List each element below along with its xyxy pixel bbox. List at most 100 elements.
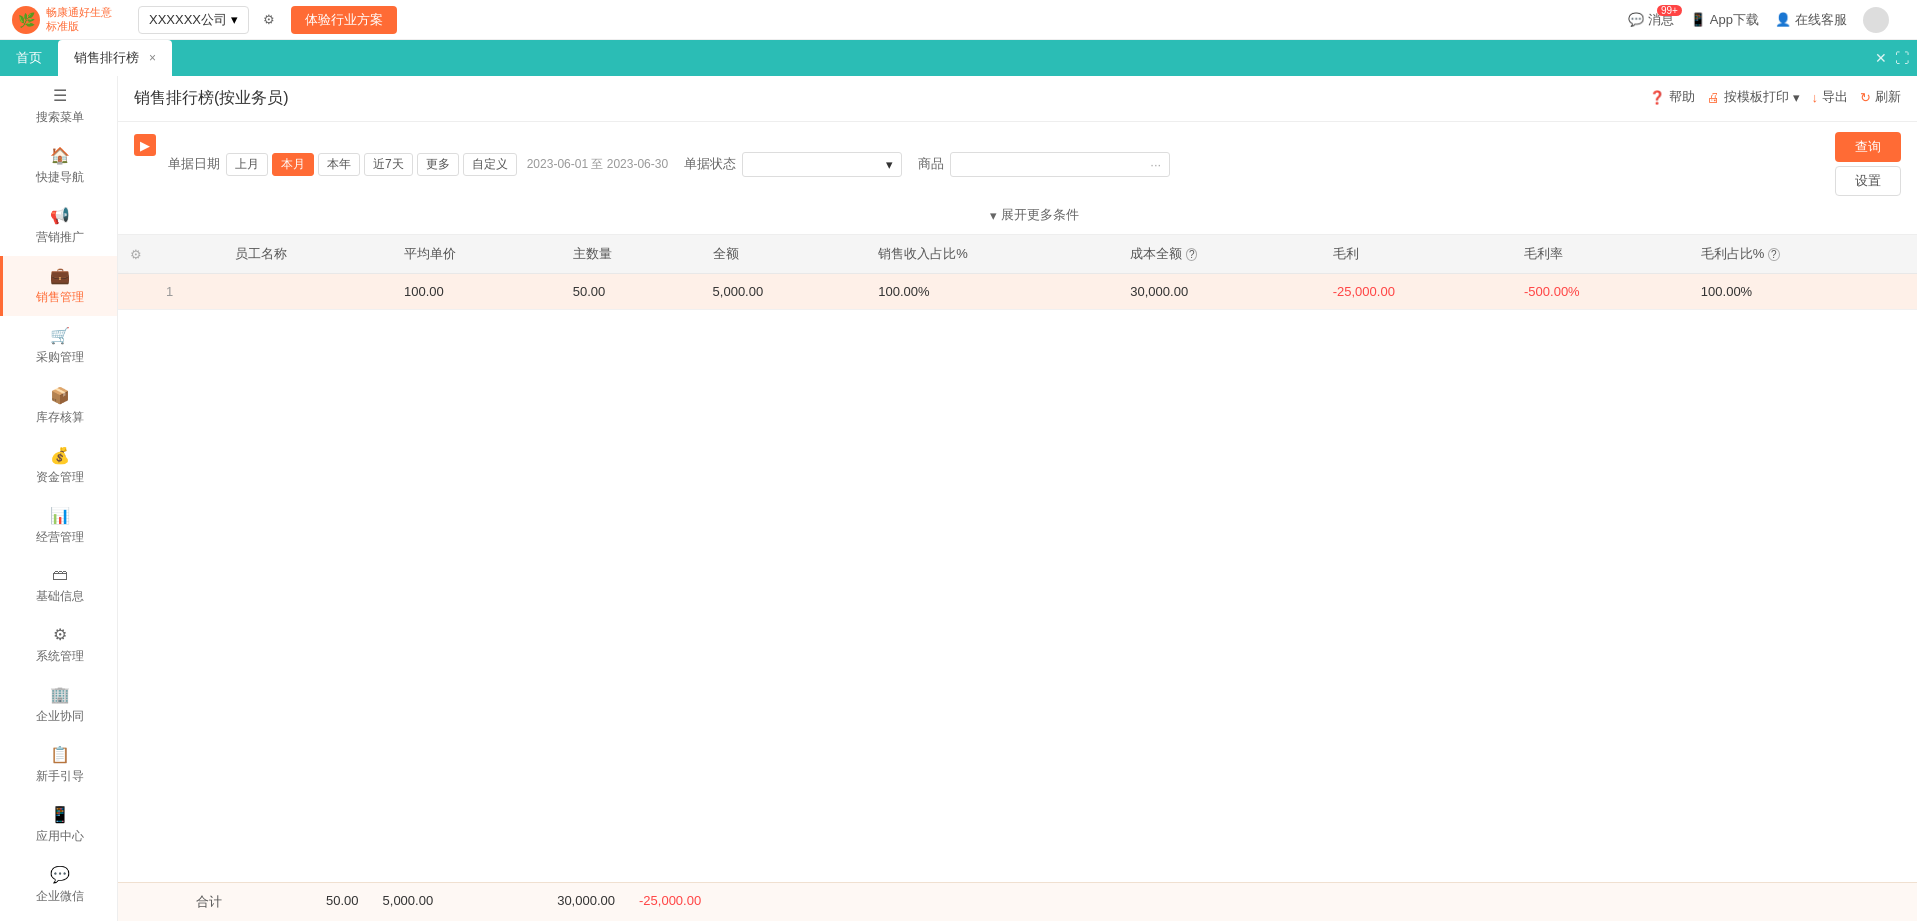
purchase-icon: 🛒	[50, 326, 70, 345]
col-employee: 员工名称	[223, 235, 392, 274]
sidebar-item-finance[interactable]: 💰 资金管理	[0, 436, 117, 496]
goods-ellipsis-btn[interactable]: ···	[1150, 157, 1161, 172]
tab-close-icon[interactable]: ×	[149, 51, 156, 65]
sidebar-item-member[interactable]: ◇ 畅会员	[0, 915, 117, 921]
sidebar-item-quick-nav[interactable]: 🏠 快捷导航	[0, 136, 117, 196]
sidebar-item-operations[interactable]: 📊 经营管理	[0, 496, 117, 556]
goods-filter: 商品 ···	[918, 152, 1170, 177]
footer-amount: 5,000.00	[371, 893, 446, 911]
filter-toggle-btn[interactable]: ▶	[134, 134, 156, 156]
sidebar-item-purchase[interactable]: 🛒 采购管理	[0, 316, 117, 376]
guide-icon: 📋	[50, 745, 70, 764]
refresh-icon: ↻	[1860, 90, 1871, 105]
date-btn-custom[interactable]: 自定义	[463, 153, 517, 176]
footer-spacer1	[130, 893, 160, 911]
trial-button[interactable]: 体验行业方案	[291, 6, 397, 34]
window-expand-btn[interactable]: ⛶	[1895, 50, 1909, 66]
date-btn-last-month[interactable]: 上月	[226, 153, 268, 176]
sidebar-item-sales[interactable]: 💼 销售管理	[0, 256, 117, 316]
page-actions: ❓ 帮助 🖨 按模板打印 ▾ ↓ 导出 ↻ 刷新	[1649, 88, 1902, 106]
filter-row: 单据日期 上月 本月 本年 近7天 更多 自定义 2023-06-01 至 20…	[168, 132, 1901, 196]
date-btn-more[interactable]: 更多	[417, 153, 459, 176]
setting-button[interactable]: 设置	[1835, 166, 1901, 196]
window-close-btn[interactable]: ✕	[1875, 50, 1887, 66]
filter-area: ▶ 单据日期 上月 本月 本年 近7天 更多 自定义	[118, 122, 1917, 235]
table-row: 1 100.00 50.00 5,000.00 100.00% 30,000.0…	[118, 274, 1917, 310]
sidebar-label-search: 搜索菜单	[36, 109, 84, 126]
message-badge: 99+	[1657, 5, 1682, 16]
message-btn[interactable]: 💬 消息 99+	[1628, 11, 1674, 29]
footer-qty: 50.00	[314, 893, 371, 911]
col-settings[interactable]: ⚙	[118, 235, 154, 274]
col-avg-price: 平均单价	[392, 235, 561, 274]
footer-cost: 30,000.00	[545, 893, 627, 911]
content-area: 销售排行榜(按业务员) ❓ 帮助 🖨 按模板打印 ▾ ↓ 导出 ↻ 刷新	[118, 76, 1917, 921]
home-icon: 🏠	[50, 146, 70, 165]
date-filter: 单据日期 上月 本月 本年 近7天 更多 自定义 2023-06-01 至 20…	[168, 153, 668, 176]
date-btn-7days[interactable]: 近7天	[364, 153, 413, 176]
sidebar-item-system[interactable]: ⚙ 系统管理	[0, 615, 117, 675]
sidebar-item-apps[interactable]: 📱 应用中心	[0, 795, 117, 855]
expand-more-btn[interactable]: ▾ 展开更多条件	[990, 206, 1079, 224]
col-qty: 主数量	[561, 235, 701, 274]
row-qty: 50.00	[561, 274, 701, 310]
col-rank	[154, 235, 223, 274]
sidebar: ☰ 搜索菜单 🏠 快捷导航 📢 营销推广 💼 销售管理 🛒 采购管理 📦 库存核…	[0, 76, 118, 921]
sidebar-item-enterprise[interactable]: 🏢 企业协同	[0, 675, 117, 735]
sidebar-label-finance: 资金管理	[36, 469, 84, 486]
filter-right-actions: 查询 设置	[1835, 132, 1901, 196]
sales-icon: 💼	[50, 266, 70, 285]
sidebar-item-marketing[interactable]: 📢 营销推广	[0, 196, 117, 256]
row-sales-pct: 100.00%	[866, 274, 1118, 310]
export-btn[interactable]: ↓ 导出	[1812, 88, 1849, 106]
print-btn[interactable]: 🖨 按模板打印 ▾	[1707, 88, 1800, 106]
sidebar-label-purchase: 采购管理	[36, 349, 84, 366]
sidebar-label-sales: 销售管理	[36, 289, 84, 306]
help-btn[interactable]: ❓ 帮助	[1649, 88, 1695, 106]
date-btn-this-year[interactable]: 本年	[318, 153, 360, 176]
tab-sales-rank[interactable]: 销售排行榜 ×	[58, 40, 172, 76]
avatar	[1863, 7, 1889, 33]
apps-icon: 📱	[50, 805, 70, 824]
row-settings	[118, 274, 154, 310]
sidebar-item-weixin[interactable]: 💬 企业微信	[0, 855, 117, 915]
finance-icon: 💰	[50, 446, 70, 465]
active-tab-label: 销售排行榜	[74, 49, 139, 67]
company-selector[interactable]: XXXXXX公司 ▾	[138, 6, 249, 34]
tab-home[interactable]: 首页	[0, 40, 58, 76]
goods-input[interactable]: ···	[950, 152, 1170, 177]
tab-bar-right: ✕ ⛶	[1875, 50, 1917, 66]
date-range-buttons: 上月 本月 本年 近7天 更多 自定义	[226, 153, 517, 176]
footer-sales-pct	[445, 893, 545, 911]
sidebar-item-basics[interactable]: 🗃 基础信息	[0, 556, 117, 615]
sidebar-item-inventory[interactable]: 📦 库存核算	[0, 376, 117, 436]
refresh-btn[interactable]: ↻ 刷新	[1860, 88, 1901, 106]
export-icon: ↓	[1812, 90, 1819, 105]
status-select[interactable]: ▾	[742, 152, 902, 177]
app-download-btn[interactable]: 📱 App下载	[1690, 11, 1759, 29]
sidebar-item-guide[interactable]: 📋 新手引导	[0, 735, 117, 795]
service-icon: 👤	[1775, 12, 1791, 27]
message-icon: 💬	[1628, 12, 1644, 27]
settings-icon-btn[interactable]: ⚙	[255, 6, 283, 34]
row-gross-pct: 100.00%	[1689, 274, 1917, 310]
row-gross: -25,000.00	[1321, 274, 1512, 310]
main-layout: ☰ 搜索菜单 🏠 快捷导航 📢 营销推广 💼 销售管理 🛒 采购管理 📦 库存核…	[0, 76, 1917, 921]
date-btn-this-month[interactable]: 本月	[272, 153, 314, 176]
print-icon: 🖨	[1707, 90, 1720, 105]
sidebar-label-inventory: 库存核算	[36, 409, 84, 426]
logo-area: 🌿 畅康通好生意 标准版	[12, 6, 130, 34]
col-sales-pct: 销售收入占比%	[866, 235, 1118, 274]
date-range-text: 2023-06-01 至 2023-06-30	[527, 156, 668, 173]
sidebar-label-weixin: 企业微信	[36, 888, 84, 905]
row-amount: 5,000.00	[701, 274, 867, 310]
sidebar-label-system: 系统管理	[36, 648, 84, 665]
sidebar-item-search-order[interactable]: ☰ 搜索菜单	[0, 76, 117, 136]
online-service-btn[interactable]: 👤 在线客服	[1775, 11, 1847, 29]
sidebar-label-marketing: 营销推广	[36, 229, 84, 246]
sidebar-label-quicknav: 快捷导航	[36, 169, 84, 186]
sidebar-label-enterprise: 企业协同	[36, 708, 84, 725]
row-rank: 1	[154, 274, 223, 310]
query-button[interactable]: 查询	[1835, 132, 1901, 162]
expand-icon: ▾	[990, 208, 997, 223]
